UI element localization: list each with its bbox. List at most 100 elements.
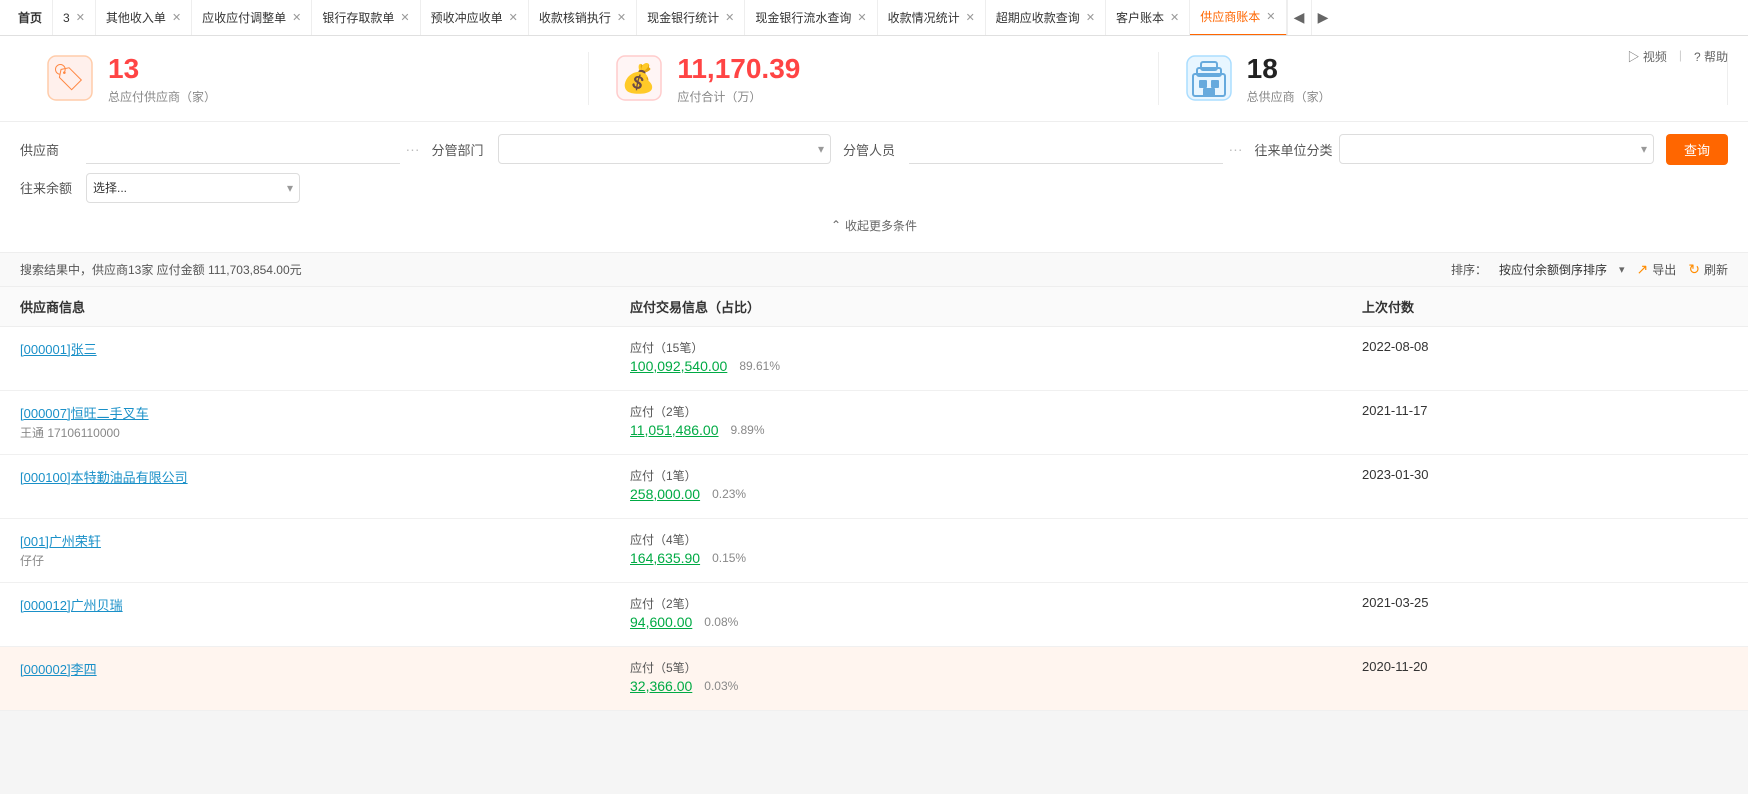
trans-label-2: 应付（1笔）: [630, 467, 1362, 484]
svg-text:🏷: 🏷: [52, 62, 85, 92]
trans-amount-link-1[interactable]: 11,051,486.00: [630, 422, 719, 438]
nav-tab-10[interactable]: 超期应收款查询 ✕: [986, 0, 1106, 36]
nav-tab-11[interactable]: 客户账本 ✕: [1106, 0, 1190, 36]
dept-filter-select[interactable]: ▾: [498, 134, 832, 164]
refresh-button[interactable]: ↻ 刷新: [1688, 261, 1728, 278]
supplier-filter-dots[interactable]: ···: [406, 141, 420, 157]
filter-row-1: 供应商 ··· 分管部门 ▾ 分管人员 ··· 往来单位分类 ▾ 查询: [20, 134, 1728, 165]
supplier-contact-3: 仔仔: [20, 552, 630, 569]
nav-tab-9-label: 收款情况统计: [888, 9, 960, 26]
dept-filter-label: 分管部门: [432, 140, 492, 159]
nav-tab-5[interactable]: 预收冲应收单 ✕: [421, 0, 529, 36]
nav-tab-1[interactable]: 3 ✕: [53, 0, 96, 36]
nav-tab-9[interactable]: 收款情况统计 ✕: [878, 0, 986, 36]
summary-bar: 🏷 13 总应付供应商（家） 💰 11,170.39 应付合计（万）: [0, 36, 1748, 122]
suppliers-payable-value: 13: [108, 52, 216, 86]
nav-tab-6-close[interactable]: ✕: [617, 11, 626, 24]
nav-next-arrow[interactable]: ▶: [1311, 0, 1335, 36]
nav-tab-7[interactable]: 现金银行统计 ✕: [637, 0, 745, 36]
supplier-cell-1: [000007]恒旺二手叉车 王通 17106110000: [20, 403, 630, 441]
table-row: [000001]张三 应付（15笔） 100,092,540.00 89.61%…: [0, 327, 1748, 391]
sort-value[interactable]: 按应付余额倒序排序: [1499, 261, 1607, 278]
nav-tab-1-label: 3: [63, 11, 70, 25]
nav-tab-11-close[interactable]: ✕: [1170, 11, 1179, 24]
nav-tab-5-close[interactable]: ✕: [509, 11, 518, 24]
filter-item-person: 分管人员 ···: [843, 134, 1243, 164]
links-sep: |: [1679, 48, 1682, 65]
trans-label-0: 应付（15笔）: [630, 339, 1362, 356]
summary-card-suppliers-payable: 🏷 13 总应付供应商（家）: [20, 52, 589, 105]
nav-tab-home[interactable]: 首页: [8, 0, 53, 36]
trans-amount-link-4[interactable]: 94,600.00: [630, 614, 692, 630]
nav-tab-12-close[interactable]: ✕: [1266, 10, 1275, 23]
nav-tab-3[interactable]: 应收应付调整单 ✕: [192, 0, 312, 36]
export-label: 导出: [1652, 261, 1676, 278]
col-header-lastpay: 上次付数: [1362, 297, 1728, 316]
nav-home-label: 首页: [18, 9, 42, 26]
export-button[interactable]: ↗ 导出: [1637, 261, 1677, 278]
top-right-links: ▷ 视频 | ? 帮助: [1627, 48, 1728, 65]
data-table: 供应商信息 应付交易信息（占比） 上次付数 [000001]张三 应付（15笔）…: [0, 287, 1748, 711]
trans-amount-link-5[interactable]: 32,366.00: [630, 678, 692, 694]
last-pay-date-2: 2023-01-30: [1362, 467, 1429, 482]
trans-percent-4: 0.08%: [704, 615, 738, 629]
trans-percent-5: 0.03%: [704, 679, 738, 693]
category-filter-select[interactable]: ▾: [1339, 134, 1654, 164]
balance-filter-select[interactable]: 选择... ▾: [86, 173, 300, 203]
nav-tab-8[interactable]: 现金银行流水查询 ✕: [745, 0, 877, 36]
person-filter-input[interactable]: [909, 134, 1223, 164]
nav-tab-12[interactable]: 供应商账本 ✕: [1190, 0, 1286, 36]
trans-label-4: 应付（2笔）: [630, 595, 1362, 612]
sort-chevron-icon[interactable]: ▾: [1619, 263, 1625, 276]
suppliers-payable-icon: 🏷: [44, 52, 96, 104]
supplier-name-link-1[interactable]: [000007]恒旺二手叉车: [20, 403, 630, 422]
nav-tab-7-close[interactable]: ✕: [725, 11, 734, 24]
trans-percent-1: 9.89%: [731, 423, 765, 437]
nav-tab-3-close[interactable]: ✕: [292, 11, 301, 24]
supplier-name-link-5[interactable]: [000002]李四: [20, 659, 630, 678]
table-row: [000002]李四 应付（5笔） 32,366.00 0.03% 2020-1…: [0, 647, 1748, 711]
help-link[interactable]: ? 帮助: [1694, 48, 1728, 65]
nav-tab-4-close[interactable]: ✕: [400, 11, 409, 24]
nav-tab-9-close[interactable]: ✕: [966, 11, 975, 24]
nav-tab-10-close[interactable]: ✕: [1086, 11, 1095, 24]
person-filter-label: 分管人员: [843, 140, 903, 159]
trans-amount-link-0[interactable]: 100,092,540.00: [630, 358, 727, 374]
nav-prev-arrow[interactable]: ◀: [1287, 0, 1311, 36]
nav-tab-10-label: 超期应收款查询: [996, 9, 1080, 26]
lastpay-cell-4: 2021-03-25: [1362, 595, 1728, 610]
filter-row-2: 往来余额 选择... ▾: [20, 173, 1728, 203]
table-scroll-area[interactable]: [000001]张三 应付（15笔） 100,092,540.00 89.61%…: [0, 327, 1748, 711]
nav-tab-8-close[interactable]: ✕: [857, 11, 866, 24]
trans-percent-3: 0.15%: [712, 551, 746, 565]
supplier-name-link-4[interactable]: [000012]广州贝瑞: [20, 595, 630, 614]
person-filter-dots[interactable]: ···: [1229, 141, 1243, 157]
nav-tab-2-close[interactable]: ✕: [172, 11, 181, 24]
supplier-cell-4: [000012]广州贝瑞: [20, 595, 630, 614]
lastpay-cell-5: 2020-11-20: [1362, 659, 1728, 674]
nav-tab-1-close[interactable]: ✕: [76, 11, 85, 24]
supplier-filter-input[interactable]: [86, 134, 400, 164]
nav-tab-11-label: 客户账本: [1116, 9, 1164, 26]
total-suppliers-value: 18: [1247, 52, 1331, 86]
nav-tab-12-label: 供应商账本: [1200, 8, 1260, 25]
search-button[interactable]: 查询: [1666, 134, 1728, 165]
balance-chevron-icon: ▾: [287, 181, 293, 195]
nav-tab-6[interactable]: 收款核销执行 ✕: [529, 0, 637, 36]
filter-item-dept: 分管部门 ▾: [432, 134, 832, 164]
results-bar: 搜索结果中，供应商13家 应付金额 111,703,854.00元 排序： 按应…: [0, 253, 1748, 287]
nav-tab-2[interactable]: 其他收入单 ✕: [96, 0, 192, 36]
video-link[interactable]: ▷ 视频: [1627, 48, 1666, 65]
trans-label-3: 应付（4笔）: [630, 531, 1362, 548]
supplier-name-link-0[interactable]: [000001]张三: [20, 339, 630, 358]
nav-tab-4[interactable]: 银行存取款单 ✕: [312, 0, 420, 36]
supplier-name-link-2[interactable]: [000100]本特勤油品有限公司: [20, 467, 630, 486]
summary-text-payable-total: 11,170.39 应付合计（万）: [677, 52, 800, 105]
supplier-name-link-3[interactable]: [001]广州荣轩: [20, 531, 630, 550]
supplier-cell-2: [000100]本特勤油品有限公司: [20, 467, 630, 486]
trans-amount-link-3[interactable]: 164,635.90: [630, 550, 700, 566]
collapse-filter-button[interactable]: ⌃ 收起更多条件: [20, 211, 1728, 240]
trans-amount-link-2[interactable]: 258,000.00: [630, 486, 700, 502]
table-row: [000012]广州贝瑞 应付（2笔） 94,600.00 0.08% 2021…: [0, 583, 1748, 647]
table-row: [000007]恒旺二手叉车 王通 17106110000 应付（2笔） 11,…: [0, 391, 1748, 455]
